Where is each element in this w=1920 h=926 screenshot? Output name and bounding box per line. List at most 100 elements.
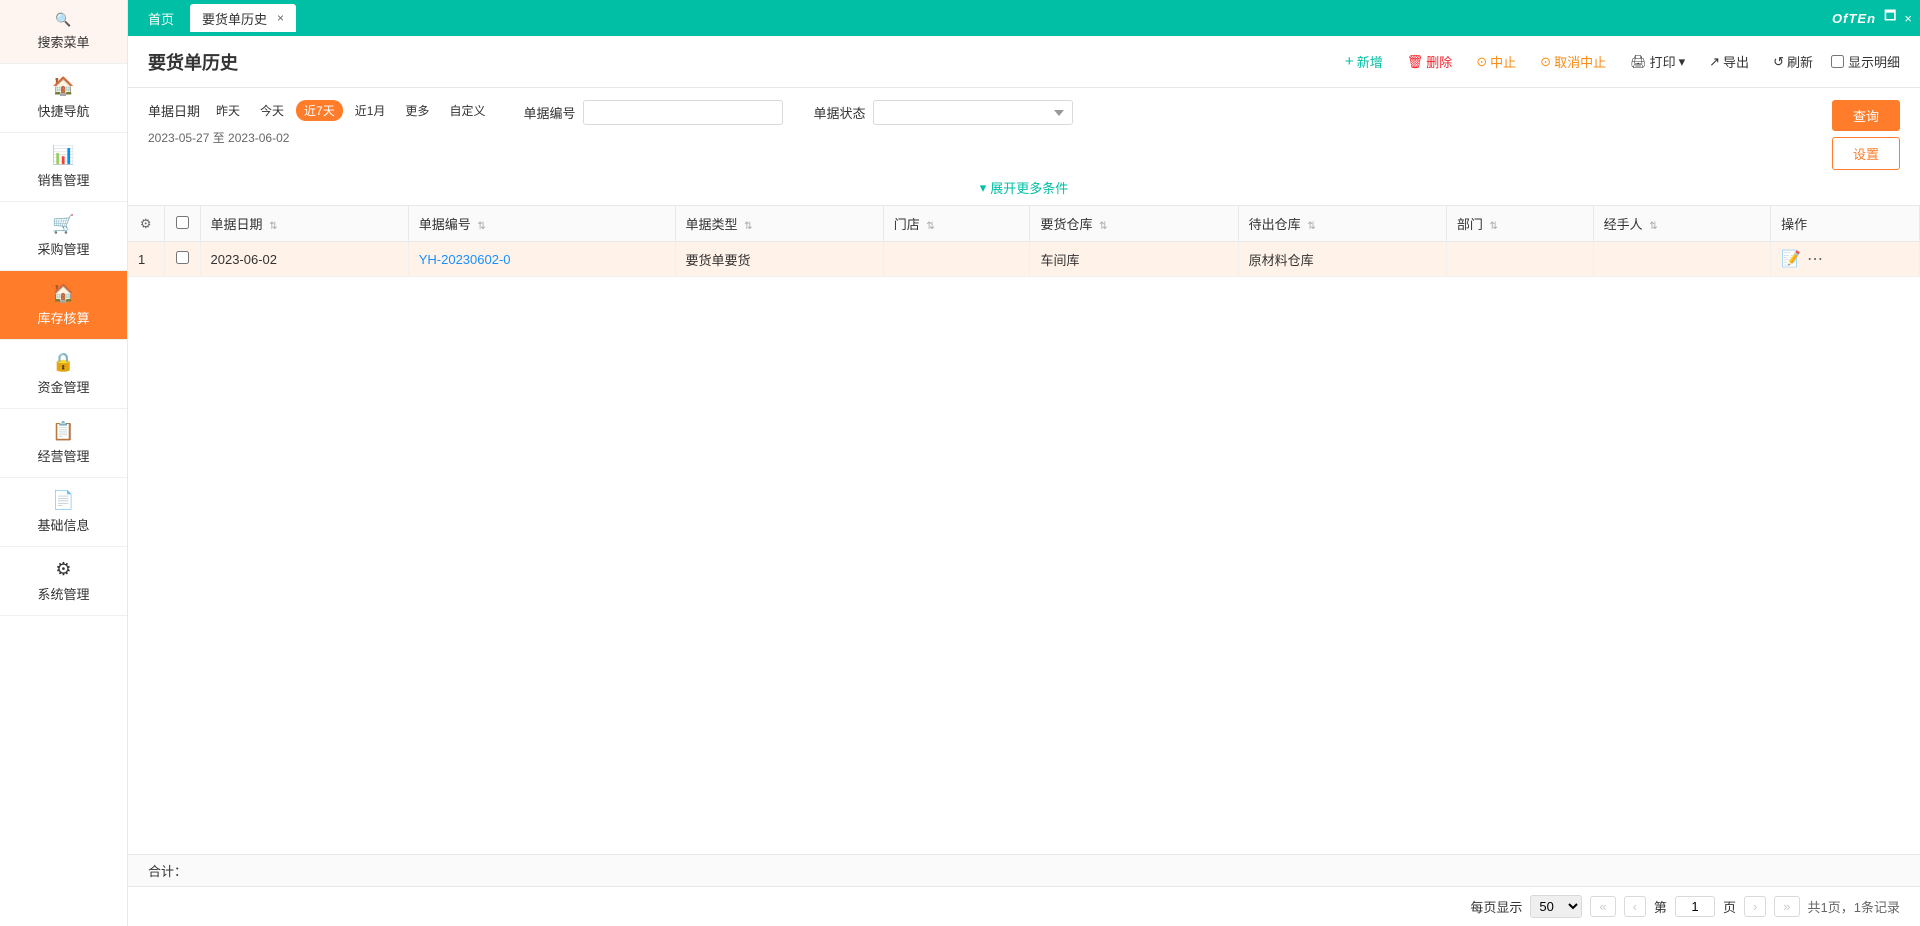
expand-more-button[interactable]: ▾ 展开更多条件 [148, 178, 1900, 197]
export-button[interactable]: ↗ 导出 [1703, 48, 1755, 75]
col-pending-warehouse-label: 待出仓库 [1249, 217, 1301, 232]
sidebar-item-label: 资金管理 [37, 377, 89, 396]
new-label: 新增 [1357, 52, 1383, 71]
row-pending-warehouse: 原材料仓库 [1238, 242, 1446, 277]
sidebar-item-label: 经营管理 [37, 446, 89, 465]
show-detail-label: 显示明细 [1848, 52, 1900, 71]
close-window-icon[interactable]: × [1904, 11, 1912, 26]
order-no-input[interactable] [583, 100, 783, 125]
stop-icon: ⊙ [1476, 54, 1487, 70]
sidebar-item-purchase[interactable]: 🛒 采购管理 [0, 202, 127, 271]
delete-icon: 🗑 [1407, 54, 1424, 70]
col-req-warehouse[interactable]: 要货仓库 ⇅ [1030, 206, 1238, 242]
finance-icon: 🔒 [52, 352, 74, 373]
delete-label: 删除 [1426, 52, 1452, 71]
print-label: 打印 [1650, 52, 1676, 71]
shortcut-custom[interactable]: 自定义 [441, 100, 493, 121]
sidebar-item-finance[interactable]: 🔒 资金管理 [0, 340, 127, 409]
page-label: 第 [1654, 897, 1667, 916]
tab-home[interactable]: 首页 [136, 4, 186, 32]
cancel-stop-icon: ⊙ [1540, 54, 1551, 70]
date-range-display: 2023-05-27 至 2023-06-02 [148, 129, 493, 146]
cancel-stop-button[interactable]: ⊙ 取消中止 [1534, 48, 1612, 75]
brand-label: OfTEn [1832, 11, 1876, 26]
inventory-icon: 🏠 [52, 283, 74, 304]
new-icon: + [1345, 53, 1354, 70]
sidebar-item-label: 库存核算 [37, 308, 89, 327]
tab-bar-right: OfTEn 🗖 × [1832, 7, 1912, 29]
col-checkbox [164, 206, 200, 242]
table-footer: 合计： [128, 854, 1920, 886]
col-date[interactable]: 单据日期 ⇅ [200, 206, 408, 242]
col-handler-label: 经手人 [1604, 217, 1643, 232]
sort-icon-date: ⇅ [269, 221, 277, 232]
row-date: 2023-06-02 [200, 242, 408, 277]
table-header: ⚙ 单据日期 ⇅ 单据编号 ⇅ 单据类型 [128, 206, 1920, 242]
tab-close-icon[interactable]: × [277, 11, 284, 25]
sort-icon-department: ⇅ [1490, 221, 1498, 232]
sidebar-item-operation[interactable]: 📋 经营管理 [0, 409, 127, 478]
sidebar-item-quick-nav[interactable]: 🏠 快捷导航 [0, 64, 127, 133]
row-select-checkbox[interactable] [176, 251, 189, 264]
settings-button[interactable]: 设置 [1832, 137, 1900, 170]
page-header: 要货单历史 + 新增 🗑 删除 ⊙ 中止 ⊙ 取消中止 [128, 36, 1920, 88]
summary-label: 合计： [148, 861, 187, 880]
header-actions: + 新增 🗑 删除 ⊙ 中止 ⊙ 取消中止 🖨 打印 [1339, 48, 1900, 75]
select-all-checkbox[interactable] [176, 216, 189, 229]
sidebar-item-sales[interactable]: 📊 销售管理 [0, 133, 127, 202]
col-order-no[interactable]: 单据编号 ⇅ [408, 206, 675, 242]
col-pending-warehouse[interactable]: 待出仓库 ⇅ [1238, 206, 1446, 242]
col-department[interactable]: 部门 ⇅ [1446, 206, 1593, 242]
expand-down-icon: ▾ [980, 180, 987, 196]
sidebar-item-label: 系统管理 [37, 584, 89, 603]
col-req-warehouse-label: 要货仓库 [1040, 217, 1092, 232]
col-store-label: 门店 [894, 217, 920, 232]
order-no-label: 单据编号 [523, 103, 575, 122]
query-button[interactable]: 查询 [1832, 100, 1900, 131]
status-select[interactable] [873, 100, 1073, 125]
shortcut-today[interactable]: 今天 [252, 100, 292, 121]
sidebar-item-label: 采购管理 [37, 239, 89, 258]
delete-button[interactable]: 🗑 删除 [1401, 48, 1459, 75]
stop-label: 中止 [1490, 52, 1516, 71]
shortcut-more[interactable]: 更多 [397, 100, 437, 121]
per-page-select[interactable]: 50 10 20 100 [1530, 895, 1582, 918]
page-suffix: 页 [1723, 897, 1736, 916]
stop-button[interactable]: ⊙ 中止 [1470, 48, 1522, 75]
shortcut-last1month[interactable]: 近1月 [347, 100, 394, 121]
col-handler[interactable]: 经手人 ⇅ [1593, 206, 1770, 242]
sidebar-item-basic[interactable]: 📄 基础信息 [0, 478, 127, 547]
col-store[interactable]: 门店 ⇅ [883, 206, 1030, 242]
page-input[interactable] [1675, 896, 1715, 917]
col-settings[interactable]: ⚙ [128, 206, 164, 242]
restore-icon[interactable]: 🗖 [1884, 7, 1896, 29]
print-button[interactable]: 🖨 打印 ▾ [1624, 48, 1691, 75]
refresh-label: 刷新 [1787, 52, 1813, 71]
print-icon: 🖨 [1630, 54, 1647, 70]
next-page-button[interactable]: › [1744, 896, 1766, 917]
shortcut-last7days[interactable]: 近7天 [296, 100, 343, 121]
col-order-type[interactable]: 单据类型 ⇅ [675, 206, 883, 242]
sidebar-search[interactable]: 🔍 搜索菜单 [0, 0, 127, 64]
edit-icon[interactable]: 📝 [1781, 249, 1801, 269]
sales-icon: 📊 [52, 145, 74, 166]
new-button[interactable]: + 新增 [1339, 48, 1389, 75]
refresh-button[interactable]: ↺ 刷新 [1767, 48, 1819, 75]
more-op-icon[interactable]: ⋯ [1807, 249, 1823, 269]
system-icon: ⚙ [55, 559, 71, 580]
show-detail-checkbox[interactable] [1831, 55, 1844, 68]
status-label: 单据状态 [813, 103, 865, 122]
prev-page-button[interactable]: ‹ [1624, 896, 1646, 917]
filter-section: 单据日期 昨天 今天 近7天 近1月 更多 自定义 2023-05-27 至 2… [128, 88, 1920, 206]
sort-icon-store: ⇅ [926, 221, 934, 232]
shortcut-yesterday[interactable]: 昨天 [208, 100, 248, 121]
first-page-button[interactable]: « [1590, 896, 1615, 917]
order-no-link[interactable]: YH-20230602-0 [419, 252, 511, 267]
show-detail-toggle[interactable]: 显示明细 [1831, 52, 1900, 71]
data-table: ⚙ 单据日期 ⇅ 单据编号 ⇅ 单据类型 [128, 206, 1920, 277]
last-page-button[interactable]: » [1774, 896, 1799, 917]
sidebar-item-inventory[interactable]: 🏠 库存核算 [0, 271, 127, 340]
tab-order-history[interactable]: 要货单历史 × [190, 4, 296, 32]
row-checkbox[interactable] [164, 242, 200, 277]
sidebar-item-system[interactable]: ⚙ 系统管理 [0, 547, 127, 616]
